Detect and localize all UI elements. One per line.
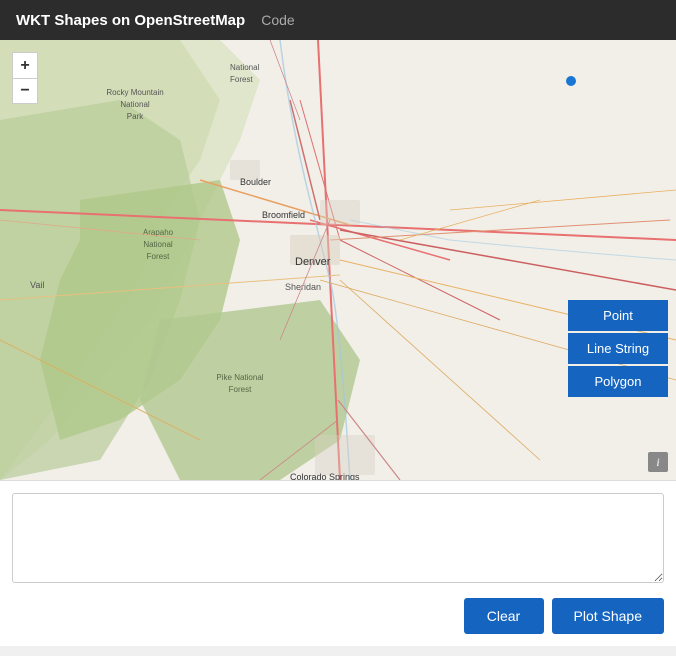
- svg-text:National: National: [230, 63, 260, 72]
- svg-text:Forest: Forest: [230, 75, 253, 84]
- point-button[interactable]: Point: [568, 300, 668, 331]
- svg-text:Forest: Forest: [229, 385, 252, 394]
- bottom-panel: Clear Plot Shape: [0, 480, 676, 646]
- shape-type-buttons: Point Line String Polygon: [568, 300, 668, 397]
- linestring-button[interactable]: Line String: [568, 333, 668, 364]
- svg-text:Park: Park: [127, 112, 144, 121]
- svg-text:National: National: [143, 240, 173, 249]
- svg-text:Forest: Forest: [147, 252, 170, 261]
- app-header: WKT Shapes on OpenStreetMap Code: [0, 0, 676, 40]
- svg-text:National: National: [120, 100, 150, 109]
- zoom-out-button[interactable]: −: [12, 78, 38, 104]
- zoom-controls: + −: [12, 52, 38, 104]
- svg-text:Colorado Springs: Colorado Springs: [290, 472, 360, 480]
- code-link[interactable]: Code: [261, 12, 294, 28]
- svg-text:Rocky Mountain: Rocky Mountain: [106, 88, 163, 97]
- map-container[interactable]: Denver Sheridan Boulder Broomfield Color…: [0, 40, 676, 480]
- plot-shape-button[interactable]: Plot Shape: [552, 598, 665, 634]
- zoom-in-button[interactable]: +: [12, 52, 38, 78]
- clear-button[interactable]: Clear: [464, 598, 544, 634]
- svg-text:Sheridan: Sheridan: [285, 282, 321, 292]
- polygon-button[interactable]: Polygon: [568, 366, 668, 397]
- location-marker: [566, 76, 576, 86]
- app-title: WKT Shapes on OpenStreetMap: [16, 12, 245, 29]
- svg-text:Boulder: Boulder: [240, 177, 271, 187]
- action-buttons: Clear Plot Shape: [12, 598, 664, 634]
- info-icon[interactable]: i: [648, 452, 668, 472]
- svg-text:Broomfield: Broomfield: [262, 210, 305, 220]
- map-background: Denver Sheridan Boulder Broomfield Color…: [0, 40, 676, 480]
- svg-text:Vail: Vail: [30, 280, 44, 290]
- svg-text:Pike National: Pike National: [216, 373, 263, 382]
- wkt-input[interactable]: [12, 493, 664, 583]
